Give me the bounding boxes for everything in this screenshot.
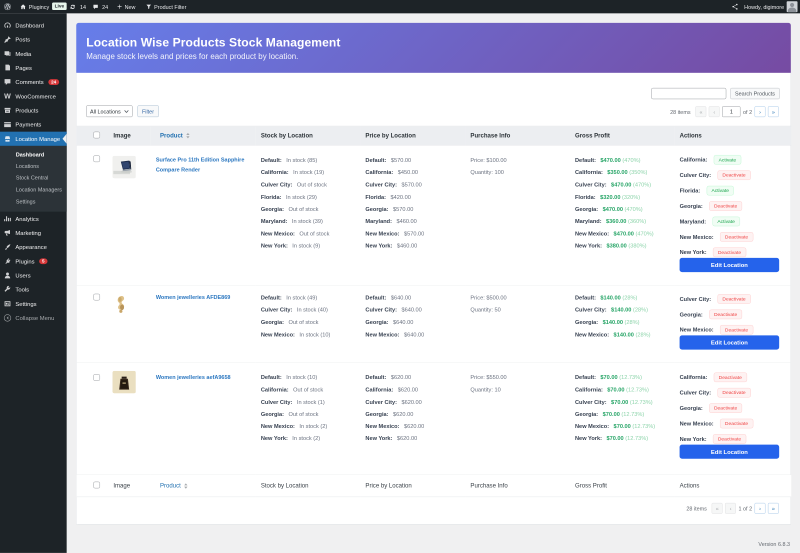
svg-text:W: W (4, 93, 11, 101)
